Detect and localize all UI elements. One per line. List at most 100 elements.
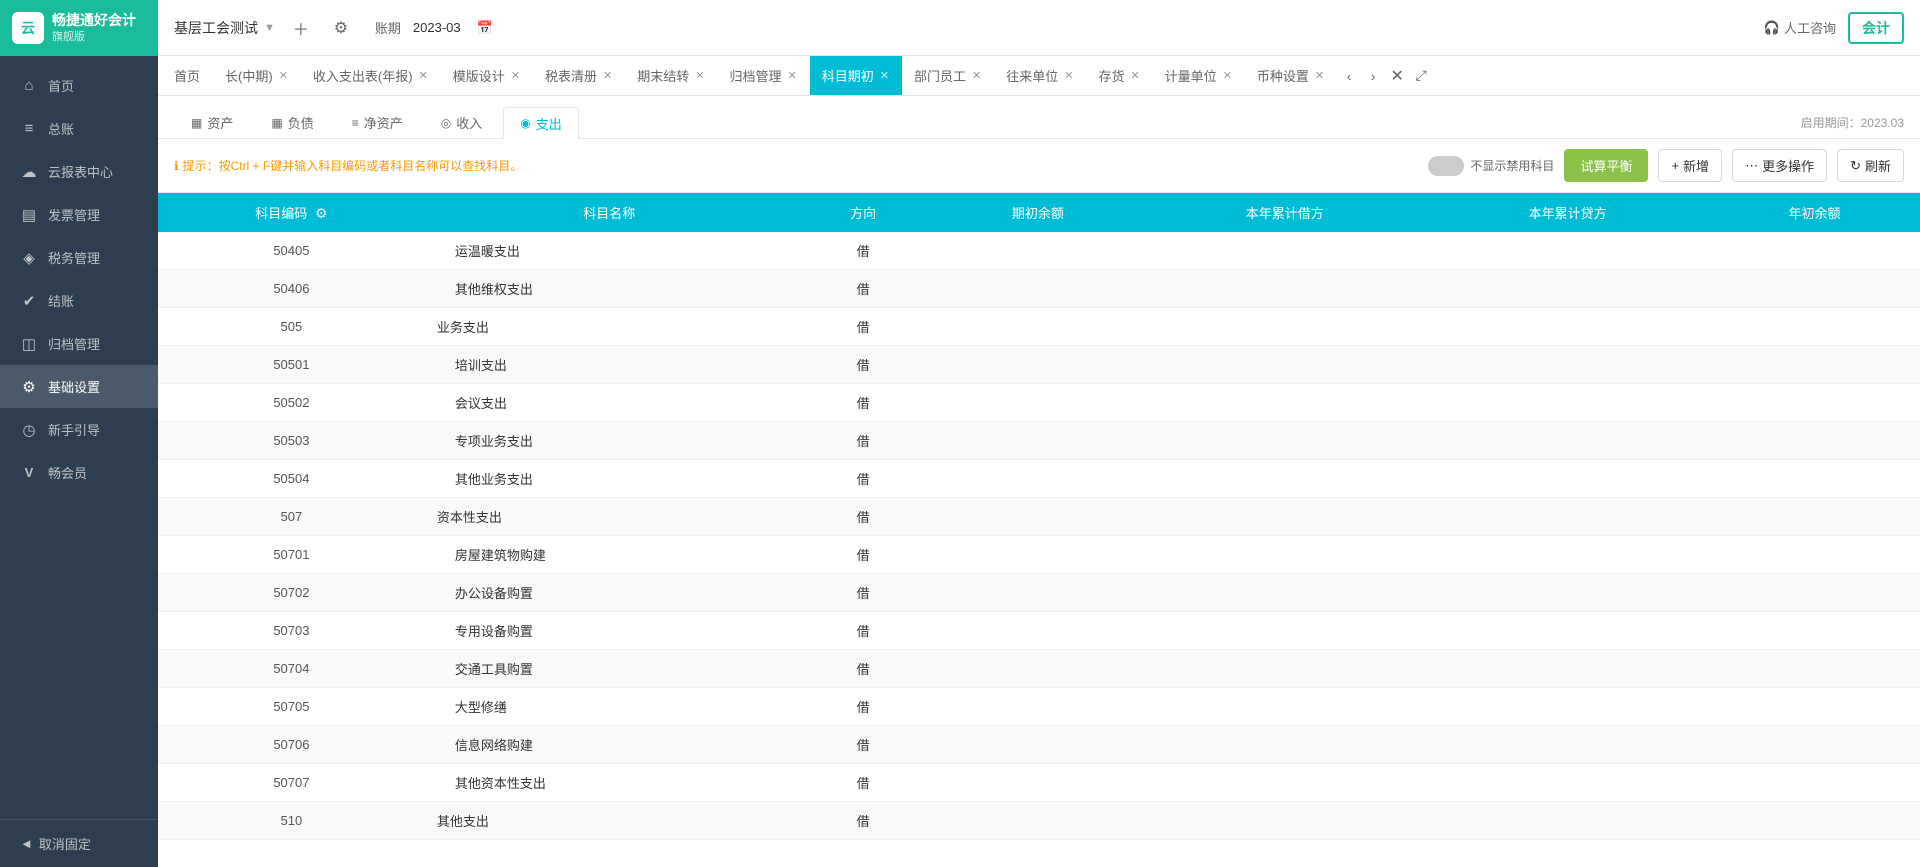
calendar-icon[interactable]: 📅 xyxy=(477,20,493,36)
table-row[interactable]: 50504其他业务支出借 xyxy=(158,460,1920,498)
tab-currency[interactable]: 币种设置 ✕ xyxy=(1245,56,1337,96)
tab-home[interactable]: 首页 xyxy=(162,56,213,96)
tab-close-icon[interactable]: ✕ xyxy=(788,69,797,82)
tab-tax[interactable]: 税表清册 ✕ xyxy=(533,56,625,96)
table-row[interactable]: 50701房屋建筑物购建借 xyxy=(158,536,1920,574)
table-row[interactable]: 50503专项业务支出借 xyxy=(158,422,1920,460)
home-icon: ⌂ xyxy=(20,77,38,94)
tab-label: 计量单位 xyxy=(1165,66,1217,85)
cell-name: 大型修缮 xyxy=(425,688,794,726)
table-row[interactable]: 50706信息网络购建借 xyxy=(158,726,1920,764)
sidebar-item-settlement[interactable]: ✔ 结账 xyxy=(0,279,158,322)
service-button[interactable]: 🎧 人工咨询 xyxy=(1764,18,1836,37)
add-button[interactable]: + 新增 xyxy=(1658,149,1722,182)
table-row[interactable]: 50405运温暖支出借 xyxy=(158,232,1920,270)
table-row[interactable]: 50502会议支出借 xyxy=(158,384,1920,422)
cell-ytd-credit xyxy=(1426,688,1709,726)
cell-ytd-debit xyxy=(1143,384,1426,422)
sub-tab-liability[interactable]: ▦ 负债 xyxy=(254,106,330,138)
tab-expand-button[interactable]: ⤢ xyxy=(1409,56,1433,96)
cell-ytd-debit xyxy=(1143,574,1426,612)
tab-close-icon[interactable]: ✕ xyxy=(603,69,612,82)
sidebar-pin-toggle[interactable]: ◄ 取消固定 xyxy=(0,819,158,867)
tab-close-icon[interactable]: ✕ xyxy=(1064,69,1073,82)
sidebar-item-home[interactable]: ⌂ 首页 xyxy=(0,64,158,107)
table-row[interactable]: 507资本性支出借 xyxy=(158,498,1920,536)
tab-close-icon[interactable]: ✕ xyxy=(1315,69,1324,82)
tab-close-icon[interactable]: ✕ xyxy=(880,69,889,82)
sidebar-item-tax[interactable]: ◈ 税务管理 xyxy=(0,236,158,279)
tab-dept[interactable]: 部门员工 ✕ xyxy=(902,56,994,96)
asset-icon: ▦ xyxy=(191,116,202,130)
member-icon: V xyxy=(20,465,38,480)
tab-close-icon[interactable]: ✕ xyxy=(511,69,520,82)
cell-code: 50705 xyxy=(158,688,425,726)
tab-prev-button[interactable]: ‹ xyxy=(1337,56,1361,96)
tab-next-button[interactable]: › xyxy=(1361,56,1385,96)
tab-period-end[interactable]: 期末结转 ✕ xyxy=(625,56,717,96)
content-area: ▦ 资产 ▦ 负债 ≡ 净资产 ◎ 收入 ◉ 支出 启用期间：2023.03 xyxy=(158,96,1920,867)
sidebar-item-invoice[interactable]: ▤ 发票管理 xyxy=(0,193,158,236)
cell-ytd-debit xyxy=(1143,460,1426,498)
app-edition: 旗舰版 xyxy=(52,28,136,44)
table-row[interactable]: 50702办公设备购置借 xyxy=(158,574,1920,612)
cell-name: 运温暖支出 xyxy=(425,232,794,270)
period-label: 账期 xyxy=(375,18,401,37)
tab-unit[interactable]: 计量单位 ✕ xyxy=(1153,56,1245,96)
tab-label: 部门员工 xyxy=(914,66,966,85)
sub-tab-expenditure[interactable]: ◉ 支出 xyxy=(503,107,579,139)
account-button[interactable]: 会计 xyxy=(1848,12,1904,44)
table-row[interactable]: 505业务支出借 xyxy=(158,308,1920,346)
table-row[interactable]: 50707其他资本性支出借 xyxy=(158,764,1920,802)
tab-inventory[interactable]: 存货 ✕ xyxy=(1086,56,1152,96)
table-row[interactable]: 50703专用设备购置借 xyxy=(158,612,1920,650)
table-row[interactable]: 50501培训支出借 xyxy=(158,346,1920,384)
balance-button[interactable]: 试算平衡 xyxy=(1564,149,1648,182)
table-row[interactable]: 510其他支出借 xyxy=(158,802,1920,840)
sub-tab-bar: ▦ 资产 ▦ 负债 ≡ 净资产 ◎ 收入 ◉ 支出 启用期间：2023.03 xyxy=(158,96,1920,139)
tab-annual[interactable]: 收入支出表(年报) ✕ xyxy=(301,56,441,96)
table-row[interactable]: 50406其他维权支出借 xyxy=(158,270,1920,308)
tab-template[interactable]: 模版设计 ✕ xyxy=(441,56,533,96)
disable-subject-toggle[interactable] xyxy=(1428,156,1464,176)
tab-close-icon[interactable]: ✕ xyxy=(695,69,704,82)
tab-label: 模版设计 xyxy=(453,66,505,85)
cell-ytd-debit xyxy=(1143,308,1426,346)
tab-contacts[interactable]: 往来单位 ✕ xyxy=(994,56,1086,96)
table-row[interactable]: 50705大型修缮借 xyxy=(158,688,1920,726)
tab-subject-init[interactable]: 科目期初 ✕ xyxy=(810,56,902,96)
table-row[interactable]: 50704交通工具购置借 xyxy=(158,650,1920,688)
data-table: 科目编码 ⚙ 科目名称 方向 期初余额 本年累计借方 本年累计贷方 年初余额 5… xyxy=(158,193,1920,840)
cell-direction: 借 xyxy=(794,536,933,574)
sidebar-item-guide[interactable]: ◷ 新手引导 xyxy=(0,408,158,451)
settings-button[interactable]: ⚙ xyxy=(327,14,355,42)
net-asset-icon: ≡ xyxy=(352,116,359,130)
cell-name: 其他资本性支出 xyxy=(425,764,794,802)
sidebar-item-member[interactable]: V 畅会员 xyxy=(0,451,158,494)
more-button[interactable]: ⋯ 更多操作 xyxy=(1732,149,1827,182)
tab-close-icon[interactable]: ✕ xyxy=(419,69,428,82)
tab-archive[interactable]: 归档管理 ✕ xyxy=(718,56,810,96)
close-all-tabs-button[interactable]: ✕ xyxy=(1385,56,1409,96)
sidebar-item-cloud[interactable]: ☁ 云报表中心 xyxy=(0,150,158,193)
sub-tab-income[interactable]: ◎ 收入 xyxy=(424,106,500,138)
tab-bar: 首页 长(中期) ✕ 收入支出表(年报) ✕ 模版设计 ✕ 税表清册 ✕ 期末结… xyxy=(158,56,1920,96)
cell-name: 培训支出 xyxy=(425,346,794,384)
cell-year-opening xyxy=(1709,422,1920,460)
sidebar-item-label: 新手引导 xyxy=(48,420,100,439)
company-selector[interactable]: 基层工会测试 ▼ xyxy=(174,18,275,38)
sub-tab-asset[interactable]: ▦ 资产 xyxy=(174,106,250,138)
column-settings-icon[interactable]: ⚙ xyxy=(315,205,328,221)
sidebar-item-settings[interactable]: ⚙ 基础设置 xyxy=(0,365,158,408)
sidebar-item-archive[interactable]: ◫ 归档管理 xyxy=(0,322,158,365)
tab-mid[interactable]: 长(中期) ✕ xyxy=(213,56,301,96)
tab-close-icon[interactable]: ✕ xyxy=(1223,69,1232,82)
sidebar-item-ledger[interactable]: ≡ 总账 xyxy=(0,107,158,150)
tab-close-icon[interactable]: ✕ xyxy=(1130,69,1139,82)
sub-tab-net-asset[interactable]: ≡ 净资产 xyxy=(335,106,420,138)
tab-close-icon[interactable]: ✕ xyxy=(972,69,981,82)
col-direction: 方向 xyxy=(794,193,933,232)
refresh-button[interactable]: ↻ 刷新 xyxy=(1837,149,1904,182)
tab-close-icon[interactable]: ✕ xyxy=(279,69,288,82)
add-tab-button[interactable]: ＋ xyxy=(287,14,315,42)
